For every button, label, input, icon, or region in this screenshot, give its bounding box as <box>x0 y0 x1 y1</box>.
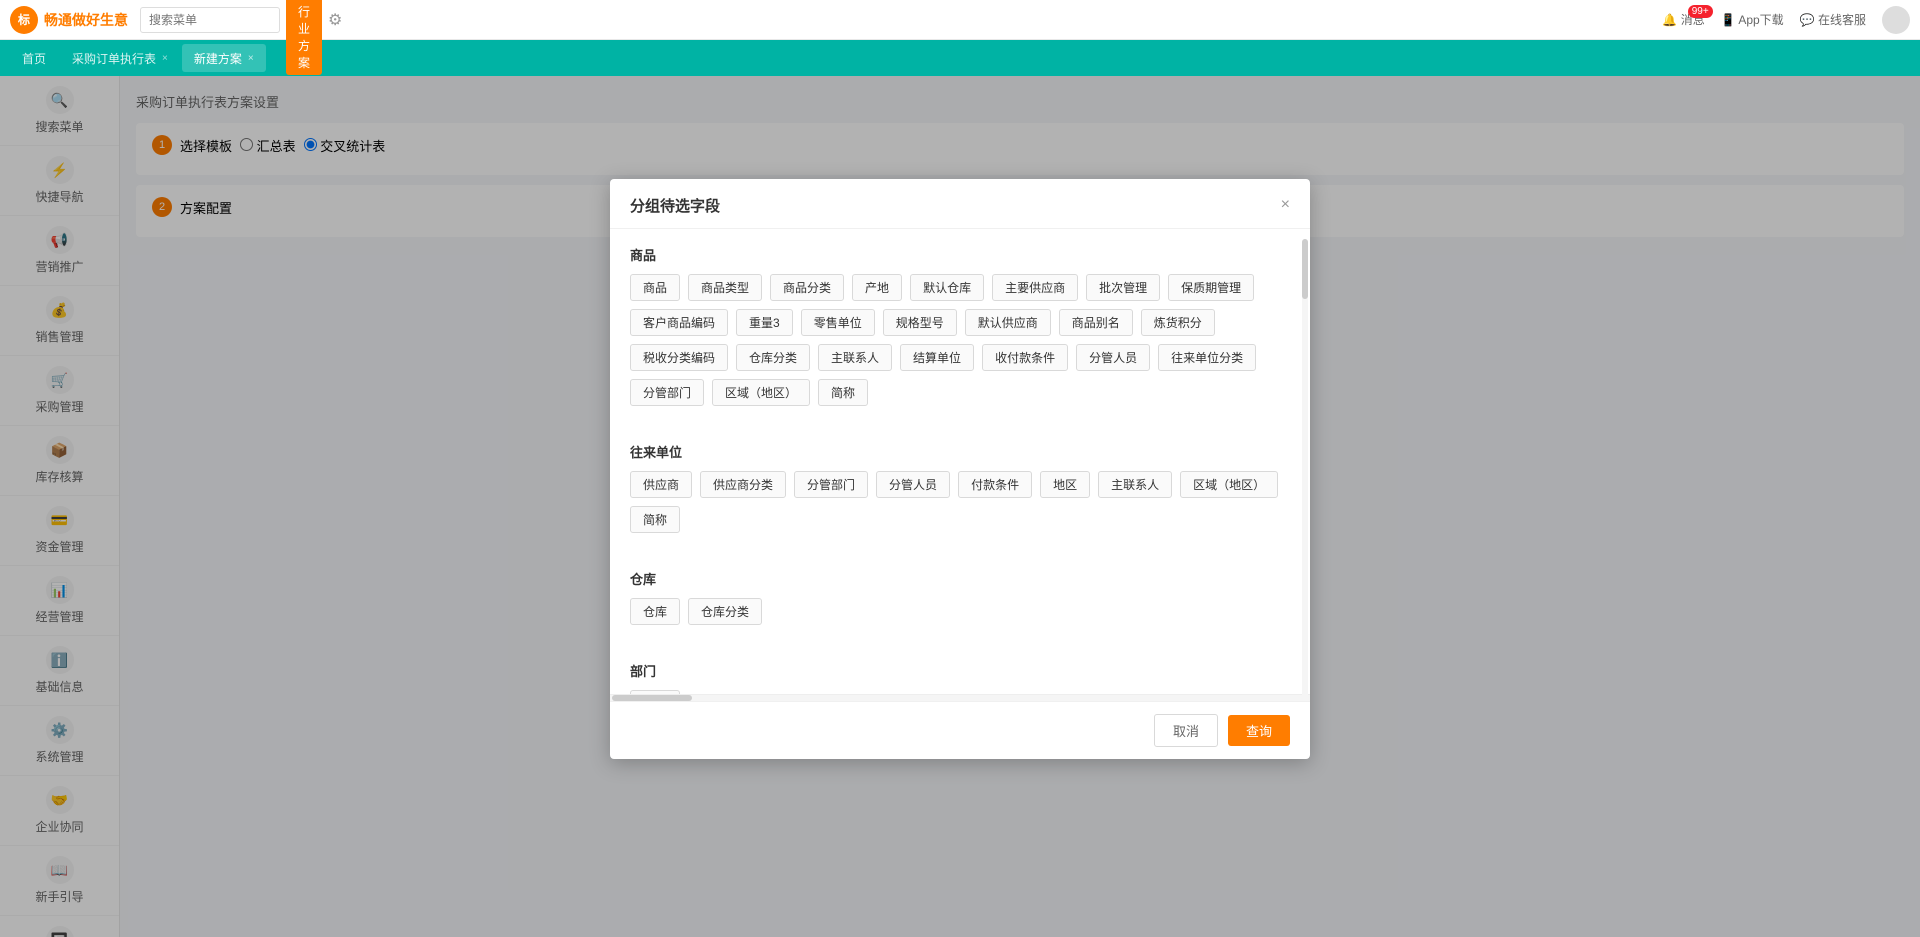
tag-goods-6[interactable]: 批次管理 <box>1086 274 1160 301</box>
section-warehouse: 仓库 仓库 仓库分类 <box>630 569 1290 625</box>
tag-goods-13[interactable]: 商品别名 <box>1059 309 1133 336</box>
modal-close-button[interactable]: × <box>1281 196 1290 214</box>
section-department: 部门 部门 <box>630 661 1290 694</box>
logo-area: 标 畅通做好生意 <box>10 6 130 34</box>
user-avatar[interactable] <box>1882 6 1910 34</box>
online-service[interactable]: 💬 在线客服 <box>1800 11 1866 28</box>
tag-partners-3[interactable]: 分管人员 <box>876 471 950 498</box>
tag-goods-8[interactable]: 客户商品编码 <box>630 309 728 336</box>
tag-goods-11[interactable]: 规格型号 <box>883 309 957 336</box>
tag-goods-21[interactable]: 往来单位分类 <box>1158 344 1256 371</box>
tag-goods-17[interactable]: 主联系人 <box>818 344 892 371</box>
tag-goods-14[interactable]: 炼货积分 <box>1141 309 1215 336</box>
logo-icon: 标 <box>10 6 38 34</box>
message-badge: 99+ <box>1688 5 1713 18</box>
logo-text: 畅通做好生意 <box>44 10 128 30</box>
section-partners-tags: 供应商 供应商分类 分管部门 分管人员 付款条件 地区 主联系人 区域（地区） … <box>630 471 1290 533</box>
tag-goods-23[interactable]: 区域（地区） <box>712 379 810 406</box>
tag-partners-2[interactable]: 分管部门 <box>794 471 868 498</box>
section-goods-title: 商品 <box>630 245 1290 264</box>
tag-partners-6[interactable]: 主联系人 <box>1098 471 1172 498</box>
section-warehouse-title: 仓库 <box>630 569 1290 588</box>
vscroll-thumb <box>1302 239 1308 299</box>
tag-partners-0[interactable]: 供应商 <box>630 471 692 498</box>
tag-partners-4[interactable]: 付款条件 <box>958 471 1032 498</box>
tag-partners-8[interactable]: 简称 <box>630 506 680 533</box>
settings-icon[interactable]: ⚙ <box>328 10 342 30</box>
modal-header: 分组待选字段 × <box>610 179 1310 229</box>
topbar: 标 畅通做好生意 体验行业方案 ⚙ 🔔 99+ 消息 📱 App下载 💬 在线客… <box>0 0 1920 40</box>
modal-body: 商品 商品 商品类型 商品分类 产地 默认仓库 主要供应商 批次管理 保质期管理… <box>610 229 1310 694</box>
modal-footer: 取消 查询 <box>610 701 1310 759</box>
section-partners-title: 往来单位 <box>630 442 1290 461</box>
search-input[interactable] <box>140 7 280 33</box>
tab-home[interactable]: 首页 <box>10 44 58 72</box>
tag-goods-22[interactable]: 分管部门 <box>630 379 704 406</box>
tab-home-label: 首页 <box>22 50 46 67</box>
tag-goods-16[interactable]: 仓库分类 <box>736 344 810 371</box>
tag-partners-1[interactable]: 供应商分类 <box>700 471 786 498</box>
app-download[interactable]: 📱 App下载 <box>1721 11 1784 28</box>
tag-warehouse-0[interactable]: 仓库 <box>630 598 680 625</box>
section-goods-tags: 商品 商品类型 商品分类 产地 默认仓库 主要供应商 批次管理 保质期管理 客户… <box>630 274 1290 406</box>
field-select-modal: 分组待选字段 × 商品 商品 商品类型 商品分类 产地 默认仓库 主要供应商 批… <box>610 179 1310 759</box>
tag-goods-15[interactable]: 税收分类编码 <box>630 344 728 371</box>
tag-partners-5[interactable]: 地区 <box>1040 471 1090 498</box>
confirm-button[interactable]: 查询 <box>1228 715 1290 746</box>
section-warehouse-tags: 仓库 仓库分类 <box>630 598 1290 625</box>
search-bar: 体验行业方案 ⚙ <box>140 0 342 75</box>
modal-horizontal-scrollbar[interactable] <box>610 694 1310 701</box>
tag-goods-12[interactable]: 默认供应商 <box>965 309 1051 336</box>
trial-button[interactable]: 体验行业方案 <box>286 0 322 75</box>
tag-goods-24[interactable]: 简称 <box>818 379 868 406</box>
tag-warehouse-1[interactable]: 仓库分类 <box>688 598 762 625</box>
section-partners: 往来单位 供应商 供应商分类 分管部门 分管人员 付款条件 地区 主联系人 区域… <box>630 442 1290 533</box>
tag-goods-4[interactable]: 默认仓库 <box>910 274 984 301</box>
cancel-button[interactable]: 取消 <box>1154 714 1218 747</box>
topbar-right: 🔔 99+ 消息 📱 App下载 💬 在线客服 <box>1662 6 1910 34</box>
tag-goods-0[interactable]: 商品 <box>630 274 680 301</box>
messages-icon[interactable]: 🔔 99+ 消息 <box>1662 11 1704 28</box>
tag-goods-9[interactable]: 重量3 <box>736 309 793 336</box>
tag-goods-3[interactable]: 产地 <box>852 274 902 301</box>
fields-container: 商品 商品 商品类型 商品分类 产地 默认仓库 主要供应商 批次管理 保质期管理… <box>630 245 1290 694</box>
section-department-title: 部门 <box>630 661 1290 680</box>
tag-goods-19[interactable]: 收付款条件 <box>982 344 1068 371</box>
tag-goods-10[interactable]: 零售单位 <box>801 309 875 336</box>
modal-vertical-scrollbar[interactable] <box>1302 239 1308 699</box>
tag-goods-18[interactable]: 结算单位 <box>900 344 974 371</box>
tag-goods-7[interactable]: 保质期管理 <box>1168 274 1254 301</box>
tag-goods-20[interactable]: 分管人员 <box>1076 344 1150 371</box>
tag-goods-5[interactable]: 主要供应商 <box>992 274 1078 301</box>
tag-goods-1[interactable]: 商品类型 <box>688 274 762 301</box>
modal-title: 分组待选字段 <box>630 195 720 216</box>
tag-goods-2[interactable]: 商品分类 <box>770 274 844 301</box>
tag-partners-7[interactable]: 区域（地区） <box>1180 471 1278 498</box>
section-goods: 商品 商品 商品类型 商品分类 产地 默认仓库 主要供应商 批次管理 保质期管理… <box>630 245 1290 406</box>
